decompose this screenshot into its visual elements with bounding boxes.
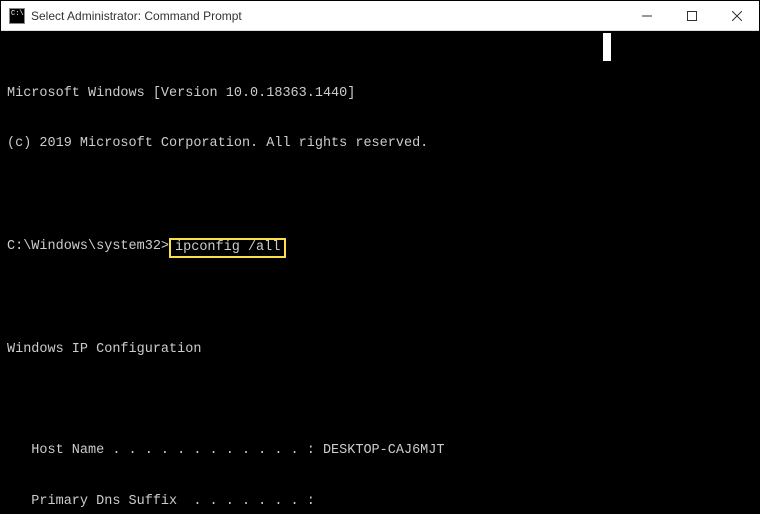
command-prompt-window: Select Administrator: Command Prompt Mic…	[0, 0, 760, 514]
blank-line	[7, 393, 753, 410]
window-controls	[624, 1, 759, 30]
cmd-icon	[9, 8, 25, 24]
prompt-path: C:\Windows\system32>	[7, 239, 169, 256]
close-button[interactable]	[714, 1, 759, 30]
prompt-line: C:\Windows\system32> ipconfig /all	[7, 238, 753, 258]
output-row: Primary Dns Suffix . . . . . . . :	[7, 494, 753, 511]
titlebar: Select Administrator: Command Prompt	[1, 1, 759, 31]
minimize-button[interactable]	[624, 1, 669, 30]
version-line: Microsoft Windows [Version 10.0.18363.14…	[7, 86, 753, 103]
blank-line	[7, 187, 753, 204]
copyright-line: (c) 2019 Microsoft Corporation. All righ…	[7, 136, 753, 153]
output-row: Host Name . . . . . . . . . . . . : DESK…	[7, 443, 753, 460]
blank-line	[7, 291, 753, 308]
section-header: Windows IP Configuration	[7, 342, 753, 359]
window-title: Select Administrator: Command Prompt	[31, 9, 624, 23]
maximize-button[interactable]	[669, 1, 714, 30]
text-cursor	[603, 33, 611, 61]
command-text: ipconfig /all	[175, 240, 280, 255]
terminal-output[interactable]: Microsoft Windows [Version 10.0.18363.14…	[1, 31, 759, 513]
command-highlight: ipconfig /all	[169, 238, 286, 258]
